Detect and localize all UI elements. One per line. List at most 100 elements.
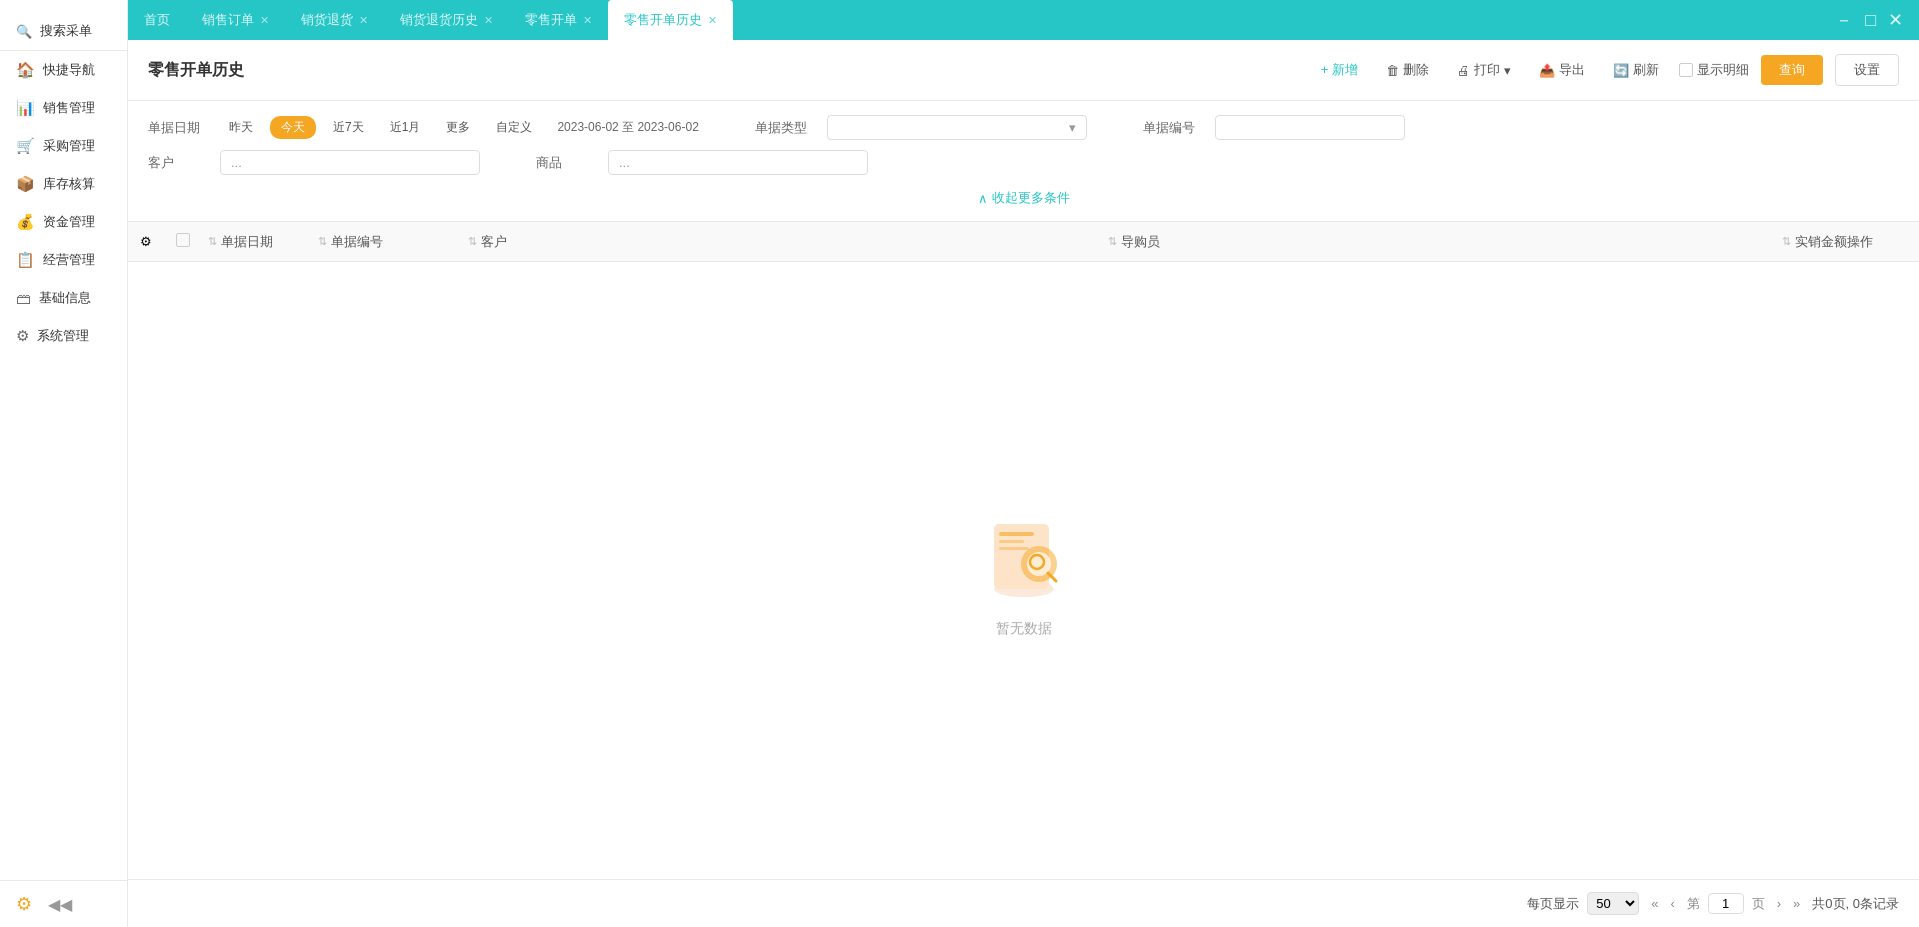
settings-button[interactable]: ⚙ [16,893,32,915]
query-button[interactable]: 查询 [1761,55,1823,85]
date-7days[interactable]: 近7天 [324,116,373,139]
sidebar-item-purchase[interactable]: 🛒 采购管理 [0,127,127,165]
pagination: 每页显示 10 20 50 100 « ‹ 第 页 › » 共0页, 0条记录 [128,879,1919,927]
page-next-button[interactable]: › [1773,894,1785,913]
page-title: 零售开单历史 [148,60,244,81]
col-customer[interactable]: ⇅ 客户 [468,233,1108,251]
page-nav: « ‹ 第 页 › » [1647,893,1804,915]
tab-retail-history[interactable]: 零售开单历史 ✕ [608,0,733,40]
tab-return[interactable]: 销货退货 ✕ [285,0,384,40]
sidebar-item-operation[interactable]: 📋 经营管理 [0,241,127,279]
window-maximize-button[interactable]: □ [1865,10,1876,31]
page-input[interactable] [1708,893,1744,914]
export-icon: 📤 [1539,63,1555,78]
tab-retail-history-close[interactable]: ✕ [708,14,717,27]
date-1month[interactable]: 近1月 [381,116,430,139]
select-all-checkbox[interactable] [176,233,190,247]
display-detail-checkbox[interactable] [1679,63,1693,77]
date-today[interactable]: 今天 [270,116,316,139]
delete-button[interactable]: 🗑 删除 [1378,57,1437,83]
sidebar-item-label: 销售管理 [43,99,95,117]
date-more[interactable]: 更多 [437,116,479,139]
col-check[interactable] [176,233,208,250]
export-button[interactable]: 📤 导出 [1531,57,1593,83]
display-detail-label: 显示明细 [1697,61,1749,79]
sidebar-item-label: 基础信息 [39,289,91,307]
window-minimize-button[interactable]: － [1835,8,1853,32]
collapse-button[interactable]: ∧ 收起更多条件 [978,189,1070,207]
tab-home[interactable]: 首页 [128,0,186,40]
date-yesterday[interactable]: 昨天 [220,116,262,139]
search-icon: 🔍 [16,24,32,39]
setting-button[interactable]: 设置 [1835,54,1899,86]
tab-return-close[interactable]: ✕ [359,14,368,27]
date-range-display: 2023-06-02 至 2023-06-02 [557,119,698,136]
add-button[interactable]: + 新增 [1313,57,1366,83]
tab-return-history-label: 销货退货历史 [400,11,478,29]
page-prev-button[interactable]: ‹ [1666,894,1678,913]
finance-icon: 💰 [16,213,35,231]
chevron-up-icon: ∧ [978,191,988,206]
sidebar-collapse-button[interactable]: ◀◀ [48,895,72,914]
page-last-button[interactable]: » [1789,894,1804,913]
col-guide[interactable]: ⇅ 导购员 [1108,233,1208,251]
goods-input[interactable]: ... [608,150,868,175]
col-num[interactable]: ⇅ 单据编号 [318,233,468,251]
sidebar-item-inventory[interactable]: 📦 库存核算 [0,165,127,203]
sidebar-nav: 🔍 搜索采单 🏠 快捷导航 📊 销售管理 🛒 采购管理 📦 库存核算 💰 资金管… [0,0,127,880]
col-settings[interactable]: ⚙ [140,234,176,249]
print-button[interactable]: 🖨 打印 ▾ [1449,57,1519,83]
operation-icon: 📋 [16,251,35,269]
date-filter: 昨天 今天 近7天 近1月 更多 自定义 2023-06-02 至 2023-0… [220,116,699,139]
col-amount[interactable]: ⇅ 实销金额 [1208,233,1848,251]
sort-icon: ⇅ [208,235,217,248]
customer-input[interactable]: ... [220,150,480,175]
col-guide-label: 导购员 [1121,233,1160,251]
tab-sales-order[interactable]: 销售订单 ✕ [186,0,285,40]
sort-icon: ⇅ [1108,235,1117,248]
sidebar-item-quicknav[interactable]: 🏠 快捷导航 [0,51,127,89]
empty-state: 暂无数据 [128,262,1919,879]
print-dropdown-icon: ▾ [1504,63,1511,78]
sidebar-bottom: ⚙ ◀◀ [0,880,127,927]
page-first-button[interactable]: « [1647,894,1662,913]
col-ops-label: 操作 [1847,233,1873,251]
refresh-button[interactable]: 🔄 刷新 [1605,57,1667,83]
tab-bar: 首页 销售订单 ✕ 销货退货 ✕ 销货退货历史 ✕ 零售开单 ✕ 零售开单历史 … [128,0,1919,40]
per-page-select[interactable]: 10 20 50 100 [1587,892,1639,915]
page-word: 第 [1683,893,1704,915]
refresh-label: 刷新 [1633,61,1659,79]
sort-icon: ⇅ [318,235,327,248]
empty-text: 暂无数据 [996,620,1052,638]
window-close-button[interactable]: ✕ [1888,9,1903,31]
date-custom[interactable]: 自定义 [487,116,541,139]
page-header: 零售开单历史 + 新增 🗑 删除 🖨 打印 ▾ 📤 导出 [128,40,1919,101]
svg-rect-3 [999,540,1024,543]
col-date[interactable]: ⇅ 单据日期 [208,233,318,251]
tab-retail-order[interactable]: 零售开单 ✕ [509,0,608,40]
sidebar-search[interactable]: 🔍 搜索采单 [0,12,127,51]
sidebar-item-basicinfo[interactable]: 🗃 基础信息 [0,279,127,317]
display-detail-button[interactable]: 显示明细 [1679,61,1749,79]
goods-label: 商品 [536,154,592,172]
col-date-label: 单据日期 [221,233,273,251]
page-label: 页 [1748,893,1769,915]
tab-retail-order-close[interactable]: ✕ [583,14,592,27]
tab-retail-history-label: 零售开单历史 [624,11,702,29]
sidebar-item-finance[interactable]: 💰 资金管理 [0,203,127,241]
svg-rect-2 [999,532,1034,536]
tab-sales-order-close[interactable]: ✕ [260,14,269,27]
sidebar-item-system[interactable]: ⚙ 系统管理 [0,317,127,355]
collapse-row: ∧ 收起更多条件 [148,185,1899,207]
col-num-label: 单据编号 [331,233,383,251]
sidebar-item-sales[interactable]: 📊 销售管理 [0,89,127,127]
collapse-label: 收起更多条件 [992,189,1070,207]
customer-label: 客户 [148,154,204,172]
bill-num-input[interactable] [1215,115,1405,140]
tab-return-history[interactable]: 销货退货历史 ✕ [384,0,509,40]
bill-type-select[interactable]: ▾ [827,115,1087,140]
tab-return-history-close[interactable]: ✕ [484,14,493,27]
sidebar-item-label: 资金管理 [43,213,95,231]
add-label: + 新增 [1321,61,1358,79]
sort-icon: ⇅ [1782,235,1791,248]
